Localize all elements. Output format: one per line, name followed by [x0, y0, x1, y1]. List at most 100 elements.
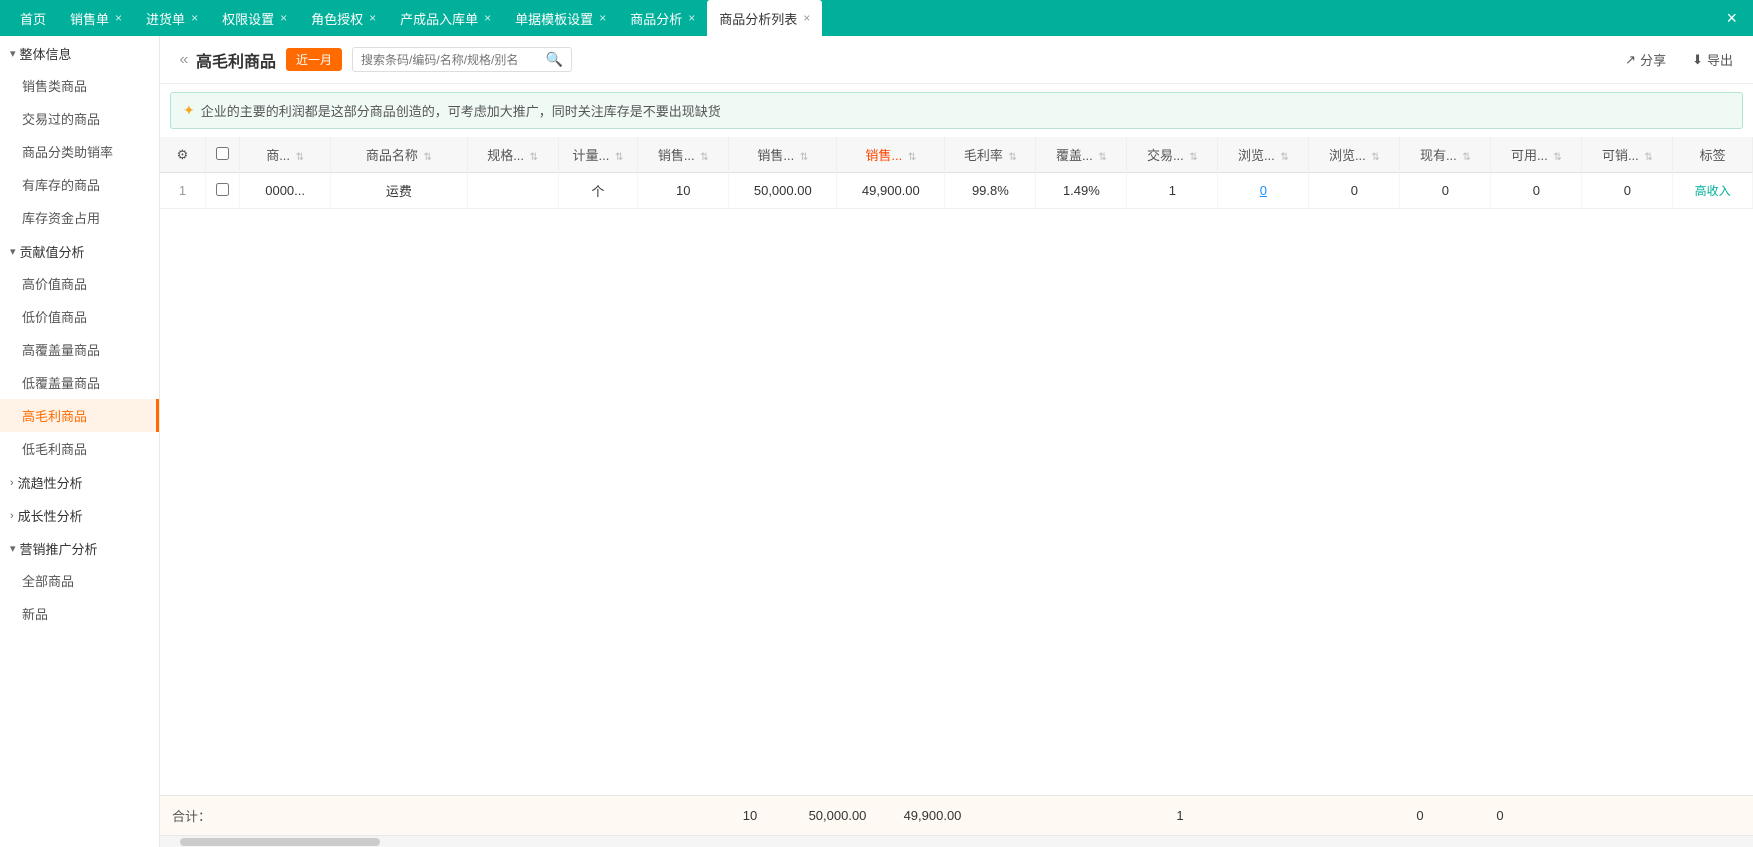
sort-stock-available-icon[interactable]: ⇅ [1553, 152, 1561, 163]
sort-transaction-icon[interactable]: ⇅ [1189, 152, 1197, 163]
sidebar-item-category-assist[interactable]: 商品分类助销率 [0, 135, 159, 168]
export-button[interactable]: ⬇ 导出 [1684, 46, 1741, 73]
nav-template[interactable]: 单据模板设置 × [503, 0, 618, 36]
col-browse1[interactable]: 浏览... ⇅ [1218, 137, 1309, 173]
sort-sales-cost-icon[interactable]: ⇅ [908, 152, 916, 163]
nav-home[interactable]: 首页 [8, 0, 58, 36]
sort-unit-icon[interactable]: ⇅ [615, 152, 623, 163]
nav-analysis-list-close[interactable]: × [803, 11, 810, 25]
arrow-overall-icon: ▾ [10, 47, 16, 60]
cell-stock-saleable: 0 [1582, 173, 1673, 209]
sort-spec-icon[interactable]: ⇅ [530, 152, 538, 163]
nav-product-instock[interactable]: 产成品入库单 × [388, 0, 503, 36]
sidebar-group-trend[interactable]: › 流趋性分析 [0, 465, 159, 498]
cell-name: 运费 [331, 173, 468, 209]
sidebar-item-new-goods[interactable]: 新品 [0, 597, 159, 630]
sidebar-item-high-coverage[interactable]: 高覆盖量商品 [0, 333, 159, 366]
sidebar-item-low-coverage[interactable]: 低覆盖量商品 [0, 366, 159, 399]
col-sales-amount[interactable]: 销售... ⇅ [729, 137, 837, 173]
sidebar-item-high-value[interactable]: 高价值商品 [0, 267, 159, 300]
share-button[interactable]: ↗ 分享 [1617, 46, 1674, 73]
sort-name-icon[interactable]: ⇅ [424, 152, 432, 163]
nav-permission-close[interactable]: × [280, 11, 287, 25]
footer-label: 合计： [160, 806, 290, 825]
sort-sales-amount-icon[interactable]: ⇅ [800, 152, 808, 163]
nav-analysis-close[interactable]: × [688, 11, 695, 25]
col-unit[interactable]: 计量... ⇅ [558, 137, 638, 173]
col-sales-cost[interactable]: 销售... ⇅ [837, 137, 945, 173]
sidebar-group-growth[interactable]: › 成长性分析 [0, 498, 159, 531]
nav-sales[interactable]: 销售单 × [58, 0, 134, 36]
sidebar-item-sales-goods[interactable]: 销售类商品 [0, 69, 159, 102]
content-area: « 高毛利商品 近一月 🔍 ↗ 分享 ⬇ 导出 ✦ 企业的主要的利润都是这部 [160, 36, 1753, 847]
sort-code-icon[interactable]: ⇅ [296, 152, 304, 163]
col-spec[interactable]: 规格... ⇅ [467, 137, 558, 173]
col-settings[interactable]: ⚙ [160, 137, 206, 173]
close-all-tabs[interactable]: × [1718, 8, 1745, 29]
nav-permission[interactable]: 权限设置 × [210, 0, 299, 36]
nav-purchase-close[interactable]: × [191, 11, 198, 25]
sort-sales-qty-icon[interactable]: ⇅ [700, 152, 708, 163]
sort-browse1-icon[interactable]: ⇅ [1280, 152, 1288, 163]
search-icon[interactable]: 🔍 [546, 51, 563, 68]
sidebar-group-overall[interactable]: ▾ 整体信息 [0, 36, 159, 69]
top-nav: 首页 销售单 × 进货单 × 权限设置 × 角色授权 × 产成品入库单 × 单据… [0, 0, 1753, 36]
nav-product-instock-close[interactable]: × [484, 11, 491, 25]
sidebar-item-high-margin[interactable]: 高毛利商品 [0, 399, 159, 432]
select-all-checkbox[interactable] [216, 147, 229, 160]
nav-template-close[interactable]: × [599, 11, 606, 25]
col-stock-available[interactable]: 可用... ⇅ [1491, 137, 1582, 173]
sidebar-item-stocked-goods[interactable]: 有库存的商品 [0, 168, 159, 201]
col-checkbox[interactable] [206, 137, 240, 173]
col-coverage[interactable]: 覆盖... ⇅ [1036, 137, 1127, 173]
sidebar-item-low-value[interactable]: 低价值商品 [0, 300, 159, 333]
sidebar-collapse-button[interactable]: « [172, 48, 196, 72]
col-sales-qty[interactable]: 销售... ⇅ [638, 137, 729, 173]
row-checkbox[interactable] [216, 183, 229, 196]
sort-stock-current-icon[interactable]: ⇅ [1462, 152, 1470, 163]
footer-browse1 [1220, 808, 1300, 823]
horizontal-scrollbar[interactable] [160, 835, 1753, 847]
nav-role[interactable]: 角色授权 × [299, 0, 388, 36]
footer-spacer2 [330, 808, 360, 823]
cell-spec [467, 173, 558, 209]
scroll-thumb[interactable] [180, 838, 380, 846]
nav-analysis-list[interactable]: 商品分析列表 × [707, 0, 822, 36]
col-gross-rate[interactable]: 毛利率 ⇅ [945, 137, 1036, 173]
sort-gross-rate-icon[interactable]: ⇅ [1009, 152, 1017, 163]
sidebar-group-marketing[interactable]: ▾ 营销推广分析 [0, 531, 159, 564]
sort-coverage-icon[interactable]: ⇅ [1098, 152, 1106, 163]
nav-sales-close[interactable]: × [115, 11, 122, 25]
footer-gross-spacer [980, 808, 1060, 823]
col-code[interactable]: 商... ⇅ [240, 137, 331, 173]
footer-spacer5 [560, 808, 640, 823]
data-table: ⚙ 商... ⇅ 商品名称 ⇅ 规格... [160, 137, 1753, 209]
table-header-row: ⚙ 商... ⇅ 商品名称 ⇅ 规格... [160, 137, 1753, 173]
col-browse2[interactable]: 浏览... ⇅ [1309, 137, 1400, 173]
sidebar-item-traded-goods[interactable]: 交易过的商品 [0, 102, 159, 135]
period-button[interactable]: 近一月 [286, 48, 342, 71]
footer-spacer1 [290, 808, 330, 823]
nav-role-close[interactable]: × [369, 11, 376, 25]
col-stock-saleable[interactable]: 可销... ⇅ [1582, 137, 1673, 173]
sidebar: ▾ 整体信息 销售类商品 交易过的商品 商品分类助销率 有库存的商品 库存资金占… [0, 36, 160, 847]
sidebar-item-stock-capital[interactable]: 库存资金占用 [0, 201, 159, 234]
nav-purchase[interactable]: 进货单 × [134, 0, 210, 36]
col-name[interactable]: 商品名称 ⇅ [331, 137, 468, 173]
arrow-trend-icon: › [10, 477, 14, 489]
search-input[interactable] [361, 53, 546, 67]
sort-stock-saleable-icon[interactable]: ⇅ [1644, 152, 1652, 163]
table-wrapper[interactable]: ⚙ 商... ⇅ 商品名称 ⇅ 规格... [160, 137, 1753, 795]
main-layout: ▾ 整体信息 销售类商品 交易过的商品 商品分类助销率 有库存的商品 库存资金占… [0, 36, 1753, 847]
sidebar-item-low-margin[interactable]: 低毛利商品 [0, 432, 159, 465]
cell-sales-qty: 10 [638, 173, 729, 209]
cell-checkbox[interactable] [206, 173, 240, 209]
nav-analysis[interactable]: 商品分析 × [618, 0, 707, 36]
col-stock-current[interactable]: 现有... ⇅ [1400, 137, 1491, 173]
sidebar-group-contribution[interactable]: ▾ 贡献值分析 [0, 234, 159, 267]
sort-browse2-icon[interactable]: ⇅ [1371, 152, 1379, 163]
footer-spacer4 [440, 808, 560, 823]
sidebar-item-all-goods[interactable]: 全部商品 [0, 564, 159, 597]
col-transaction[interactable]: 交易... ⇅ [1127, 137, 1218, 173]
cell-browse1[interactable]: 0 [1218, 173, 1309, 209]
